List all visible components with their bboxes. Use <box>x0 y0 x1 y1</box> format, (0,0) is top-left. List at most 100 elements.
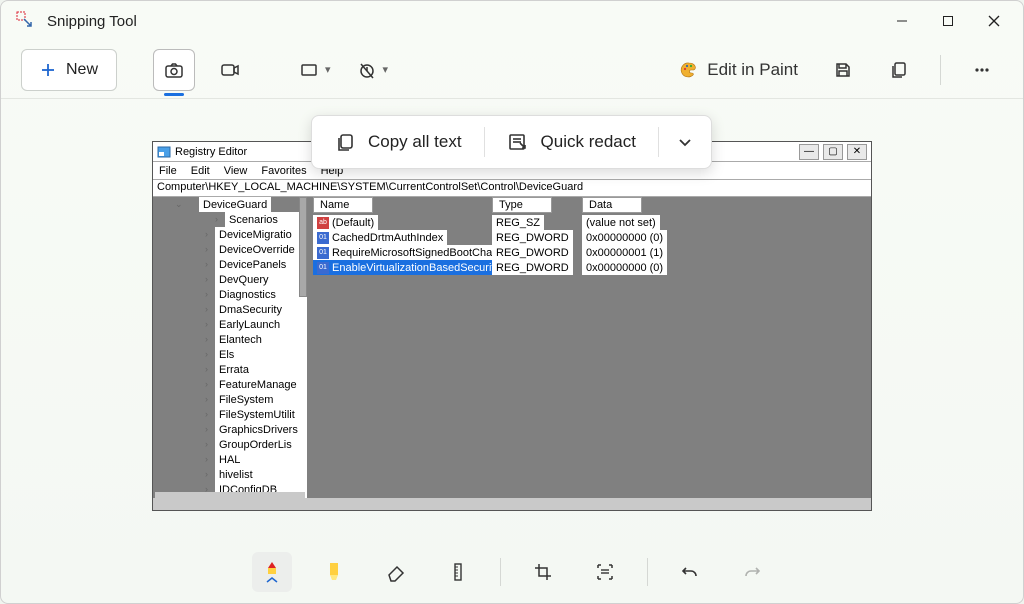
list-row-name: 01EnableVirtualizationBasedSecurity <box>313 260 504 275</box>
regedit-menu-item: View <box>224 165 248 177</box>
chevron-down-icon: ▾ <box>325 63 331 76</box>
regedit-minimize: — <box>799 144 819 160</box>
list-row-data: (value not set) <box>582 215 660 230</box>
app-icon <box>15 10 37 32</box>
list-row-data: 0x00000000 (0) <box>582 260 667 275</box>
undo-button[interactable] <box>670 552 710 592</box>
maximize-button[interactable] <box>925 3 971 39</box>
save-button[interactable] <box>822 49 864 91</box>
redact-icon <box>507 131 529 153</box>
col-type: Type <box>492 197 552 213</box>
copy-button[interactable] <box>878 49 920 91</box>
crop-tool[interactable] <box>523 552 563 592</box>
list-row-name: 01RequireMicrosoftSignedBootChain <box>313 245 505 260</box>
list-row-type: REG_DWORD <box>492 245 573 260</box>
list-row-type: REG_DWORD <box>492 260 573 275</box>
list-row-data: 0x00000000 (0) <box>582 230 667 245</box>
pen-icon <box>261 559 283 585</box>
list-row-data: 0x00000001 (1) <box>582 245 667 260</box>
more-icon <box>972 60 992 80</box>
quick-redact-label: Quick redact <box>541 132 636 152</box>
titlebar: Snipping Tool <box>1 1 1023 41</box>
tree-item: ›DevicePanels <box>215 257 307 272</box>
tree-item: ›Els <box>215 347 307 362</box>
list-row-name: 01CachedDrtmAuthIndex <box>313 230 447 245</box>
snip-shape-menu[interactable]: ▾ <box>293 49 337 91</box>
list-row-name: ab(Default) <box>313 215 378 230</box>
timer-off-icon <box>357 60 377 80</box>
tree-item: ›GroupOrderLis <box>215 437 307 452</box>
tree-item: ›Scenarios <box>225 212 307 227</box>
eraser-tool[interactable] <box>376 552 416 592</box>
palette-icon <box>679 60 699 80</box>
text-actions-toolbar: Copy all text Quick redact <box>311 115 712 169</box>
redo-button[interactable] <box>732 552 772 592</box>
regedit-menu-item: Favorites <box>261 165 306 177</box>
regedit-body: ⌄DeviceGuard ›Scenarios›DeviceMigratio›D… <box>153 197 871 500</box>
highlighter-icon <box>324 560 344 584</box>
tree-item: ›FeatureManage <box>215 377 307 392</box>
float-divider <box>658 127 659 157</box>
captured-screenshot[interactable]: Registry Editor — ▢ ✕ File Edit View Fav… <box>152 141 872 511</box>
new-button[interactable]: New <box>21 49 117 91</box>
edit-in-paint-button[interactable]: Edit in Paint <box>669 54 808 86</box>
regedit-title-label: Registry Editor <box>175 146 247 158</box>
delay-menu[interactable]: ▾ <box>351 49 395 91</box>
tree-item: ›DmaSecurity <box>215 302 307 317</box>
tree-item: ›FileSystemUtilit <box>215 407 307 422</box>
rectangle-icon <box>299 60 319 80</box>
snip-mode-photo[interactable] <box>153 49 195 91</box>
tree-vscroll <box>299 197 307 297</box>
crop-icon <box>533 562 553 582</box>
list-row-type: REG_DWORD <box>492 230 573 245</box>
tree-item: ›GraphicsDrivers <box>215 422 307 437</box>
top-toolbar: New ▾ ▾ Edit in Paint <box>1 41 1023 99</box>
pen-tool[interactable] <box>252 552 292 592</box>
copy-all-text-label: Copy all text <box>368 132 462 152</box>
col-name: Name <box>313 197 373 213</box>
camera-icon <box>163 59 185 81</box>
col-data: Data <box>582 197 642 213</box>
regedit-listview: Name Type Data ab(Default)01CachedDrtmAu… <box>307 197 871 500</box>
quick-redact-button[interactable]: Quick redact <box>493 123 650 161</box>
bottombar-divider <box>500 558 501 586</box>
ruler-tool[interactable] <box>438 552 478 592</box>
close-button[interactable] <box>971 3 1017 39</box>
regedit-menu-item: File <box>159 165 177 177</box>
copy-all-text-button[interactable]: Copy all text <box>320 123 476 161</box>
chevron-down-icon <box>677 134 693 150</box>
edit-in-paint-label: Edit in Paint <box>707 60 798 80</box>
tree-item: ›DeviceOverride <box>215 242 307 257</box>
bottombar-divider <box>647 558 648 586</box>
text-actions-tool[interactable] <box>585 552 625 592</box>
regedit-close: ✕ <box>847 144 867 160</box>
regedit-icon <box>157 145 171 159</box>
regedit-address: Computer\HKEY_LOCAL_MACHINE\SYSTEM\Curre… <box>153 180 871 197</box>
undo-icon <box>680 562 700 582</box>
tree-item: ›HAL <box>215 452 307 467</box>
minimize-button[interactable] <box>879 3 925 39</box>
tree-item: ›DevQuery <box>215 272 307 287</box>
eraser-icon <box>385 561 407 583</box>
ruler-icon <box>448 562 468 582</box>
more-button[interactable] <box>961 49 1003 91</box>
tree-item: ›hivelist <box>215 467 307 482</box>
regedit-hscroll <box>153 498 871 510</box>
float-more-button[interactable] <box>667 126 703 158</box>
snip-mode-video[interactable] <box>209 49 251 91</box>
tree-item: ›Diagnostics <box>215 287 307 302</box>
regedit-menu-item: Edit <box>191 165 210 177</box>
copy-icon <box>889 60 909 80</box>
text-scan-icon <box>595 562 615 582</box>
bottom-toolbar <box>1 541 1023 603</box>
highlighter-tool[interactable] <box>314 552 354 592</box>
plus-icon <box>40 62 56 78</box>
save-icon <box>833 60 853 80</box>
new-button-label: New <box>66 61 98 79</box>
chevron-down-icon: ▾ <box>383 63 389 76</box>
app-title: Snipping Tool <box>47 13 879 30</box>
tree-item: ›DeviceMigratio <box>215 227 307 242</box>
float-divider <box>484 127 485 157</box>
toolbar-divider <box>940 55 941 85</box>
list-row-type: REG_SZ <box>492 215 544 230</box>
